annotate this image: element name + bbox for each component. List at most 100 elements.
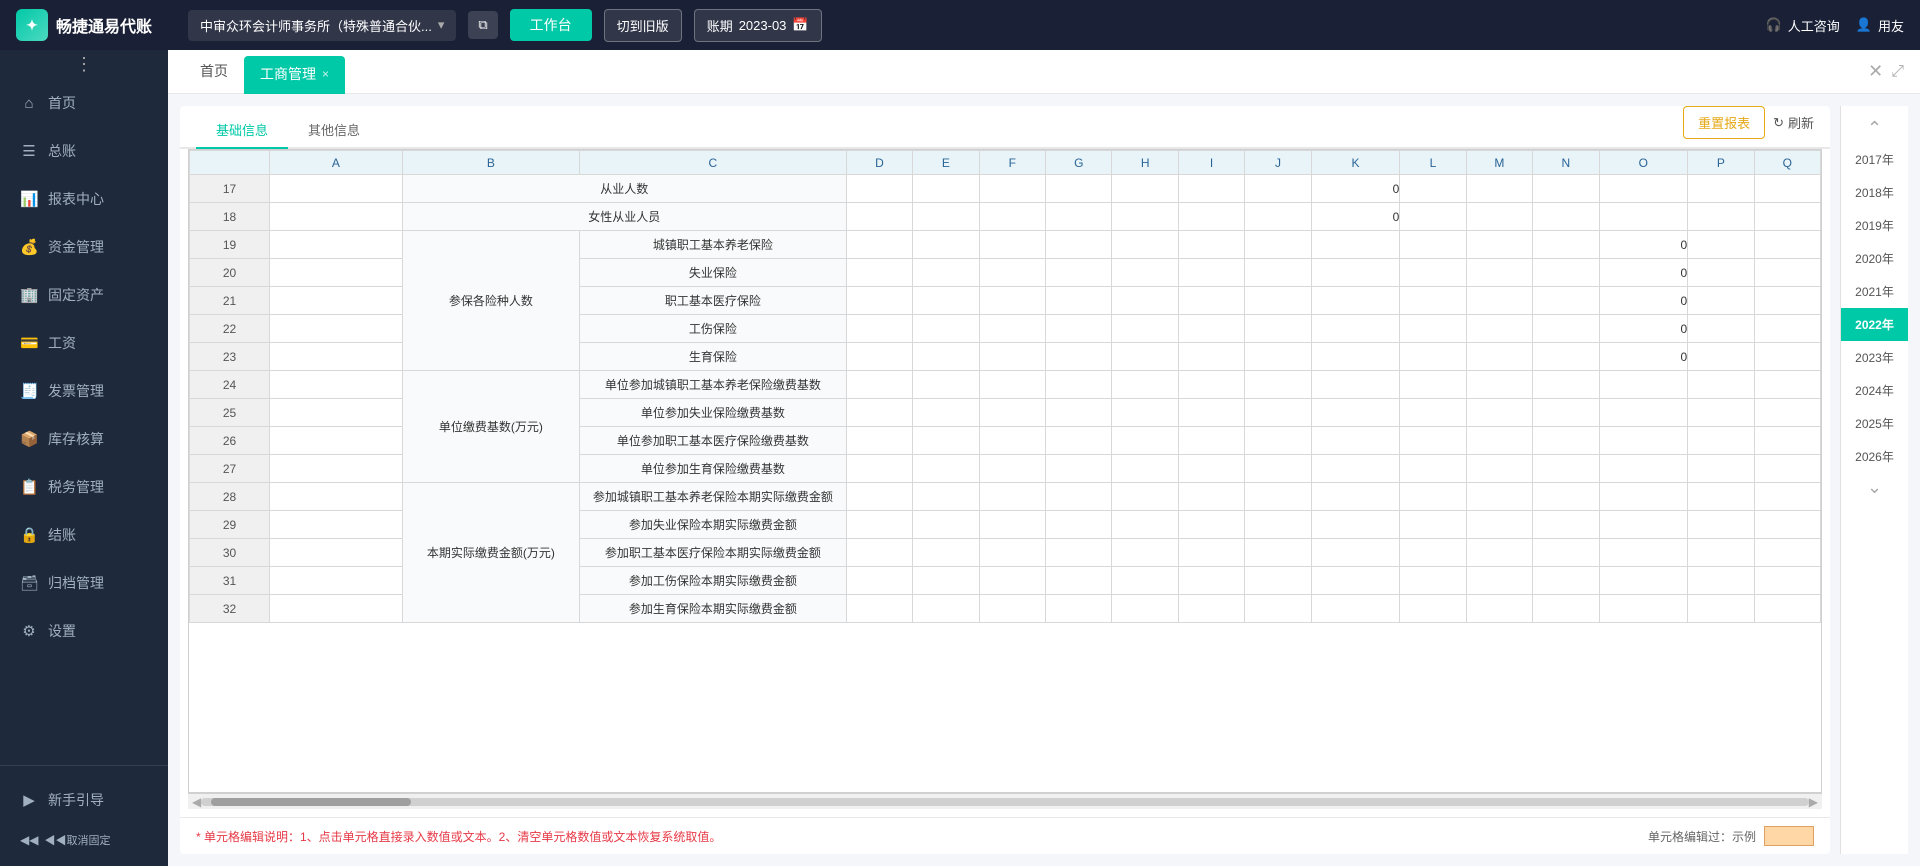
cell-23-N[interactable]: [1533, 343, 1599, 371]
cell-24-Q[interactable]: [1754, 371, 1820, 399]
cell-17-A[interactable]: [270, 175, 403, 203]
cell-31-O[interactable]: [1599, 567, 1688, 595]
tab-commerce[interactable]: 工商管理 ×: [244, 56, 345, 94]
cell-18-Q[interactable]: [1754, 203, 1820, 231]
cell-21-M[interactable]: [1466, 287, 1532, 315]
cell-19-F[interactable]: [979, 231, 1045, 259]
cell-24-D[interactable]: [846, 371, 912, 399]
cell-30-Q[interactable]: [1754, 539, 1820, 567]
cell-25-E[interactable]: [913, 399, 979, 427]
sidebar-item-inventory[interactable]: 📦 库存核算: [0, 415, 168, 463]
cell-24-B[interactable]: 单位缴费基数(万元): [402, 371, 579, 483]
cell-31-A[interactable]: [270, 567, 403, 595]
period-selector[interactable]: 账期 2023-03 📅: [694, 9, 822, 42]
cell-19-C[interactable]: 城镇职工基本养老保险: [579, 231, 846, 259]
cell-21-I[interactable]: [1178, 287, 1244, 315]
cell-32-Q[interactable]: [1754, 595, 1820, 623]
cell-31-H[interactable]: [1112, 567, 1178, 595]
cell-24-F[interactable]: [979, 371, 1045, 399]
cell-28-A[interactable]: [270, 483, 403, 511]
sidebar-item-funds[interactable]: 💰 资金管理: [0, 223, 168, 271]
cell-18-M[interactable]: [1466, 203, 1532, 231]
cell-18-J[interactable]: [1245, 203, 1311, 231]
workbench-button[interactable]: 工作台: [510, 9, 592, 41]
cell-30-E[interactable]: [913, 539, 979, 567]
cell-25-N[interactable]: [1533, 399, 1599, 427]
cell-20-J[interactable]: [1245, 259, 1311, 287]
cell-31-K[interactable]: [1311, 567, 1400, 595]
cell-28-G[interactable]: [1046, 483, 1112, 511]
cell-22-K[interactable]: [1311, 315, 1400, 343]
cell-32-I[interactable]: [1178, 595, 1244, 623]
switch-version-button[interactable]: 切到旧版: [604, 9, 682, 42]
cell-22-E[interactable]: [913, 315, 979, 343]
cell-19-G[interactable]: [1046, 231, 1112, 259]
year-item-2017[interactable]: 2017年: [1841, 143, 1908, 176]
cell-32-D[interactable]: [846, 595, 912, 623]
cell-31-P[interactable]: [1688, 567, 1754, 595]
cell-17-K[interactable]: 0: [1311, 175, 1400, 203]
cell-27-C[interactable]: 单位参加生育保险缴费基数: [579, 455, 846, 483]
sidebar-item-reports[interactable]: 📊 报表中心: [0, 175, 168, 223]
year-nav-up[interactable]: ⌃: [1863, 114, 1886, 143]
cell-25-Q[interactable]: [1754, 399, 1820, 427]
cell-24-E[interactable]: [913, 371, 979, 399]
cell-24-C[interactable]: 单位参加城镇职工基本养老保险缴费基数: [579, 371, 846, 399]
cell-28-J[interactable]: [1245, 483, 1311, 511]
cell-17-P[interactable]: [1688, 175, 1754, 203]
cell-17-M[interactable]: [1466, 175, 1532, 203]
cell-17-N[interactable]: [1533, 175, 1599, 203]
cell-32-J[interactable]: [1245, 595, 1311, 623]
cell-24-I[interactable]: [1178, 371, 1244, 399]
cell-19-L[interactable]: [1400, 231, 1466, 259]
cell-17-J[interactable]: [1245, 175, 1311, 203]
cell-20-P[interactable]: [1688, 259, 1754, 287]
cell-18-G[interactable]: [1046, 203, 1112, 231]
consultant-button[interactable]: 🎧 人工咨询: [1766, 16, 1840, 35]
year-item-2024[interactable]: 2024年: [1841, 374, 1908, 407]
cell-19-J[interactable]: [1245, 231, 1311, 259]
cell-31-Q[interactable]: [1754, 567, 1820, 595]
cell-23-Q[interactable]: [1754, 343, 1820, 371]
cell-17-Q[interactable]: [1754, 175, 1820, 203]
close-panel-icon[interactable]: ✕: [1868, 61, 1883, 82]
cell-19-N[interactable]: [1533, 231, 1599, 259]
cell-31-G[interactable]: [1046, 567, 1112, 595]
year-item-2022[interactable]: 2022年: [1841, 308, 1908, 341]
cell-29-A[interactable]: [270, 511, 403, 539]
cell-21-Q[interactable]: [1754, 287, 1820, 315]
cell-28-P[interactable]: [1688, 483, 1754, 511]
cell-26-D[interactable]: [846, 427, 912, 455]
maximize-icon[interactable]: ⤢: [1891, 63, 1904, 81]
cell-29-M[interactable]: [1466, 511, 1532, 539]
cell-32-M[interactable]: [1466, 595, 1532, 623]
cell-18-H[interactable]: [1112, 203, 1178, 231]
cell-18-P[interactable]: [1688, 203, 1754, 231]
cell-19-D[interactable]: [846, 231, 912, 259]
cell-22-L[interactable]: [1400, 315, 1466, 343]
cell-27-F[interactable]: [979, 455, 1045, 483]
cell-32-G[interactable]: [1046, 595, 1112, 623]
cell-18-N[interactable]: [1533, 203, 1599, 231]
cell-30-I[interactable]: [1178, 539, 1244, 567]
cell-27-Q[interactable]: [1754, 455, 1820, 483]
cell-20-Q[interactable]: [1754, 259, 1820, 287]
cell-29-L[interactable]: [1400, 511, 1466, 539]
cell-32-N[interactable]: [1533, 595, 1599, 623]
cell-26-H[interactable]: [1112, 427, 1178, 455]
cell-20-O[interactable]: 0: [1599, 259, 1688, 287]
sub-tab-other[interactable]: 其他信息: [288, 112, 380, 149]
cell-19-P[interactable]: [1688, 231, 1754, 259]
sidebar-item-archive[interactable]: 🗃 归档管理: [0, 559, 168, 607]
h-scroll-thumb[interactable]: [211, 798, 411, 806]
cell-28-F[interactable]: [979, 483, 1045, 511]
h-scrollbar[interactable]: ◀ ▶: [188, 793, 1822, 809]
cell-17-L[interactable]: [1400, 175, 1466, 203]
sidebar-item-ledger[interactable]: ☰ 总账: [0, 127, 168, 175]
cell-32-F[interactable]: [979, 595, 1045, 623]
cell-25-I[interactable]: [1178, 399, 1244, 427]
cell-26-P[interactable]: [1688, 427, 1754, 455]
cell-29-I[interactable]: [1178, 511, 1244, 539]
cell-29-G[interactable]: [1046, 511, 1112, 539]
cell-31-M[interactable]: [1466, 567, 1532, 595]
